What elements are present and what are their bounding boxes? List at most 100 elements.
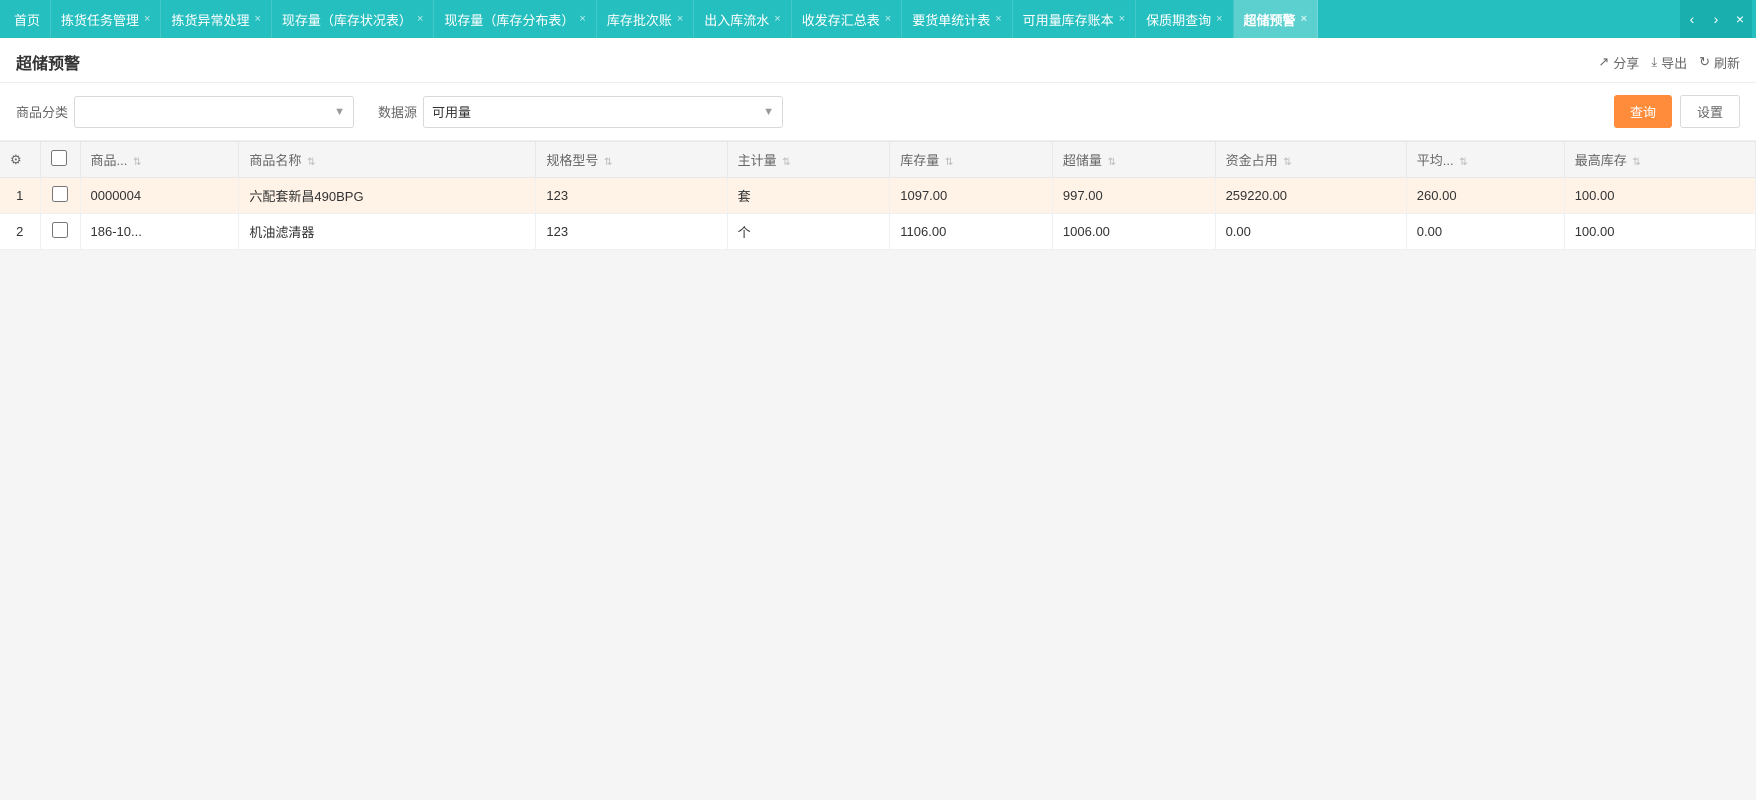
category-filter: 商品分类 ▼ (16, 96, 354, 128)
row-checkbox[interactable] (52, 222, 68, 238)
page-header: 超储预警 ↗ 分享 ⤓ 导出 ↻ 刷新 (0, 38, 1756, 83)
share-button[interactable]: ↗ 分享 (1598, 53, 1639, 72)
table-header-row: ⚙ 商品... ⇅ 商品名称 ⇅ 规格型号 ⇅ (0, 142, 1756, 178)
close-icon[interactable]: × (417, 13, 423, 25)
cell-average: 0.00 (1406, 214, 1564, 250)
close-icon[interactable]: × (995, 13, 1001, 25)
filter-area: 商品分类 ▼ 数据源 可用量 ▼ 查询 设置 (0, 83, 1756, 141)
refresh-icon: ↻ (1699, 54, 1710, 70)
nav-batch-account[interactable]: 库存批次账 × (597, 0, 694, 38)
th-average: 平均... ⇅ (1406, 142, 1564, 178)
th-product-name-label: 商品名称 (249, 153, 301, 168)
table-body: 10000004六配套新昌490BPG123套1097.00997.002592… (0, 178, 1756, 250)
cell-max-stock: 100.00 (1564, 178, 1755, 214)
chevron-down-icon: ▼ (763, 106, 774, 118)
header-actions: ↗ 分享 ⤓ 导出 ↻ 刷新 (1598, 53, 1740, 72)
chevron-down-icon: ▼ (334, 106, 345, 118)
close-icon[interactable]: × (254, 13, 260, 25)
close-icon[interactable]: × (677, 13, 683, 25)
nav-inventory-dist[interactable]: 现存量（库存分布表） × (434, 0, 596, 38)
close-icon[interactable]: × (144, 13, 150, 25)
sort-icon[interactable]: ⇅ (604, 157, 612, 168)
th-unit: 主计量 ⇅ (727, 142, 890, 178)
gear-icon[interactable]: ⚙ (10, 152, 26, 168)
row-checkbox-cell (40, 178, 80, 214)
close-icon[interactable]: × (1119, 13, 1125, 25)
nav-available-ledger[interactable]: 可用量库存账本 × (1013, 0, 1136, 38)
page-content: 超储预警 ↗ 分享 ⤓ 导出 ↻ 刷新 商品分类 ▼ 数据源 (0, 38, 1756, 250)
cell-max-stock: 100.00 (1564, 214, 1755, 250)
cell-product-code: 186-10... (80, 214, 239, 250)
sort-icon[interactable]: ⇅ (133, 157, 141, 168)
category-select[interactable]: ▼ (74, 96, 354, 128)
th-product-code: 商品... ⇅ (80, 142, 239, 178)
top-nav: 首页 拣货任务管理 × 拣货异常处理 × 现存量（库存状况表） × 现存量（库存… (0, 0, 1756, 38)
th-spec: 规格型号 ⇅ (536, 142, 727, 178)
th-capital-usage: 资金占用 ⇅ (1215, 142, 1406, 178)
th-inventory: 库存量 ⇅ (890, 142, 1053, 178)
th-capital-usage-label: 资金占用 (1226, 153, 1278, 168)
close-icon[interactable]: × (1301, 13, 1307, 25)
close-icon[interactable]: × (579, 13, 585, 25)
sort-icon[interactable]: ⇅ (1632, 157, 1640, 168)
cell-product-name: 机油滤清器 (239, 214, 536, 250)
table-container: ⚙ 商品... ⇅ 商品名称 ⇅ 规格型号 ⇅ (0, 141, 1756, 250)
nav-quality-check[interactable]: 保质期查询 × (1136, 0, 1233, 38)
cell-overstock: 997.00 (1052, 178, 1215, 214)
row-checkbox[interactable] (52, 186, 68, 202)
close-icon[interactable]: × (885, 13, 891, 25)
nav-task-mgmt[interactable]: 拣货任务管理 × (51, 0, 161, 38)
nav-overstock-warning[interactable]: 超储预警 × (1234, 0, 1318, 38)
sort-icon[interactable]: ⇅ (307, 157, 315, 168)
nav-collect-summary[interactable]: 收发存汇总表 × (792, 0, 902, 38)
query-button[interactable]: 查询 (1614, 95, 1672, 128)
nav-inout-flow[interactable]: 出入库流水 × (694, 0, 791, 38)
filter-buttons: 查询 设置 (1614, 95, 1740, 128)
cell-inventory: 1097.00 (890, 178, 1053, 214)
row-checkbox-cell (40, 214, 80, 250)
cell-spec: 123 (536, 214, 727, 250)
th-product-code-label: 商品... (91, 153, 128, 168)
refresh-button[interactable]: ↻ 刷新 (1699, 53, 1740, 72)
nav-inventory-status[interactable]: 现存量（库存状况表） × (272, 0, 434, 38)
nav-arrow-left[interactable]: ‹ (1680, 0, 1704, 38)
th-overstock-label: 超储量 (1063, 153, 1102, 168)
select-all-checkbox[interactable] (51, 150, 67, 166)
sort-icon[interactable]: ⇅ (782, 157, 790, 168)
sort-icon[interactable]: ⇅ (1108, 157, 1116, 168)
cell-unit: 套 (727, 178, 890, 214)
datasource-filter: 数据源 可用量 ▼ (378, 96, 783, 128)
th-checkbox (40, 142, 80, 178)
settings-button[interactable]: 设置 (1680, 95, 1740, 128)
cell-product-name: 六配套新昌490BPG (239, 178, 536, 214)
data-table: ⚙ 商品... ⇅ 商品名称 ⇅ 规格型号 ⇅ (0, 141, 1756, 250)
export-icon: ⤓ (1651, 54, 1657, 70)
nav-arrows: ‹ › × (1680, 0, 1752, 38)
sort-icon[interactable]: ⇅ (1283, 157, 1291, 168)
table-row: 10000004六配套新昌490BPG123套1097.00997.002592… (0, 178, 1756, 214)
nav-home[interactable]: 首页 (4, 0, 51, 38)
cell-average: 260.00 (1406, 178, 1564, 214)
close-icon[interactable]: × (1216, 13, 1222, 25)
cell-inventory: 1106.00 (890, 214, 1053, 250)
nav-order-stats[interactable]: 要货单统计表 × (902, 0, 1012, 38)
row-index: 1 (0, 178, 40, 214)
cell-spec: 123 (536, 178, 727, 214)
nav-arrow-right[interactable]: › (1704, 0, 1728, 38)
datasource-select[interactable]: 可用量 ▼ (423, 96, 783, 128)
nav-abnormal[interactable]: 拣货异常处理 × (161, 0, 271, 38)
th-overstock: 超储量 ⇅ (1052, 142, 1215, 178)
table-row: 2186-10...机油滤清器123个1106.001006.000.000.0… (0, 214, 1756, 250)
close-icon[interactable]: × (774, 13, 780, 25)
datasource-label: 数据源 (378, 102, 417, 121)
sort-icon[interactable]: ⇅ (945, 157, 953, 168)
th-inventory-label: 库存量 (900, 153, 939, 168)
th-settings: ⚙ (0, 142, 40, 178)
cell-product-code: 0000004 (80, 178, 239, 214)
nav-arrow-close[interactable]: × (1728, 0, 1752, 38)
sort-icon[interactable]: ⇅ (1459, 157, 1467, 168)
cell-capital-usage: 0.00 (1215, 214, 1406, 250)
export-button[interactable]: ⤓ 导出 (1651, 53, 1687, 72)
row-index: 2 (0, 214, 40, 250)
th-max-stock-label: 最高库存 (1575, 153, 1627, 168)
